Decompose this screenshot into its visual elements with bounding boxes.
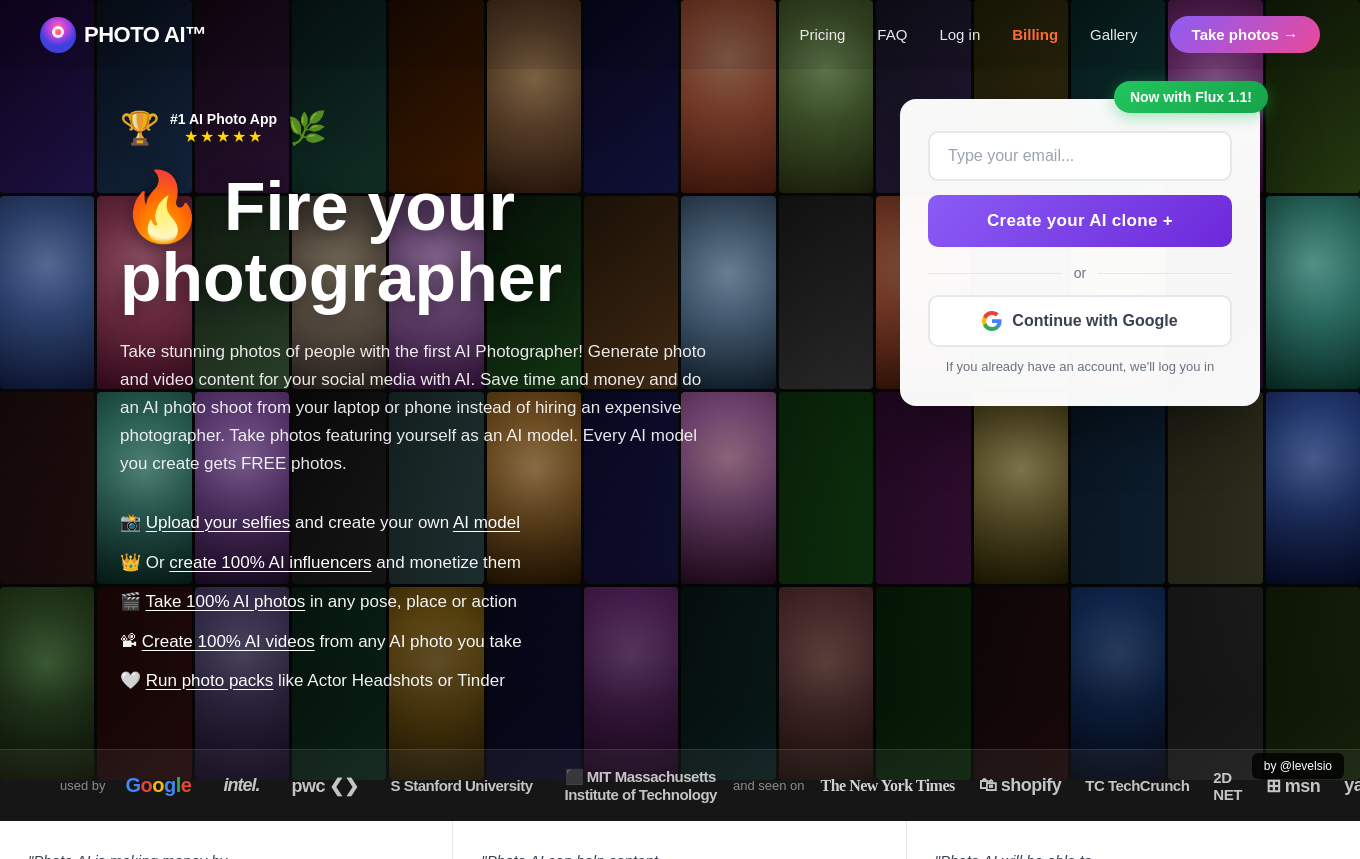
testimonial-3: "Photo AI will be able to... xyxy=(907,821,1360,859)
email-input[interactable] xyxy=(928,131,1232,181)
heart-emoji: 🤍 xyxy=(120,671,141,690)
brand-mit: ⬛ MIT MassachusettsInstitute of Technolo… xyxy=(565,768,717,803)
testimonial-2-text: "Photo AI can help content... xyxy=(481,849,877,859)
login-hint: If you already have an account, we'll lo… xyxy=(928,359,1232,374)
award-title: #1 AI Photo App xyxy=(170,111,277,127)
hero-section: 🏆 #1 AI Photo App ★★★★★ 🌿 🔥 Fire your ph… xyxy=(0,69,1360,749)
levels-badge: by @levelsio xyxy=(1252,753,1344,779)
upload-selfies-link[interactable]: Upload your selfies xyxy=(146,513,291,532)
testimonials-section: "Photo AI is making money by... "Photo A… xyxy=(0,821,1360,859)
brand-google: Google xyxy=(126,774,192,797)
divider-line-left xyxy=(928,273,1062,274)
logo[interactable]: PHOTO AI™ xyxy=(40,17,207,53)
brand-pwc: pwc ❮❯ xyxy=(291,775,358,797)
award-badge: 🏆 #1 AI Photo App ★★★★★ 🌿 xyxy=(120,109,820,147)
brand-nytimes: The New York Times xyxy=(821,777,955,795)
testimonial-3-text: "Photo AI will be able to... xyxy=(935,849,1332,859)
pricing-link[interactable]: Pricing xyxy=(800,26,846,43)
crown-emoji: 👑 xyxy=(120,553,141,572)
ai-model-link[interactable]: AI model xyxy=(453,513,520,532)
film-emoji: 📽 xyxy=(120,632,137,651)
testimonial-1: "Photo AI is making money by... xyxy=(0,821,453,859)
camera-emoji: 📸 xyxy=(120,513,141,532)
divider-text: or xyxy=(1074,265,1086,281)
brand-stanford: S Stanford University xyxy=(390,777,532,794)
award-laurel: 🏆 #1 AI Photo App ★★★★★ 🌿 xyxy=(120,109,327,147)
create-clone-button[interactable]: Create your AI clone + xyxy=(928,195,1232,247)
brand-zdnet: 2DNET xyxy=(1213,769,1242,803)
fire-emoji: 🔥 xyxy=(120,168,205,244)
main-headline: 🔥 Fire your photographer xyxy=(120,171,820,314)
brands-bar: used by Google intel. pwc ❮❯ S Stanford … xyxy=(0,749,1360,821)
logo-text: PHOTO AI™ xyxy=(84,22,207,48)
brand-intel: intel. xyxy=(223,775,259,796)
and-seen-label: and seen on xyxy=(733,778,805,793)
navbar: PHOTO AI™ Pricing FAQ Log in Billing Gal… xyxy=(0,0,1360,69)
feature-photos: 🎬 Take 100% AI photos in any pose, place… xyxy=(120,589,820,615)
brand-yahoo: yahoo! news xyxy=(1344,775,1360,796)
brand-techcrunch: TC TechCrunch xyxy=(1085,777,1189,794)
award-text: #1 AI Photo App ★★★★★ xyxy=(170,111,277,146)
feature-list: 📸 Upload your selfies and create your ow… xyxy=(120,510,820,694)
signup-card: Create your AI clone + or Continue with … xyxy=(900,99,1260,406)
divider: or xyxy=(928,265,1232,281)
headline-line2: photographer xyxy=(120,239,562,315)
take-photos-button[interactable]: Take photos → xyxy=(1170,16,1320,53)
feature-upload: 📸 Upload your selfies and create your ow… xyxy=(120,510,820,536)
laurel-left-icon: 🏆 xyxy=(120,109,160,147)
feature-videos: 📽 Create 100% AI videos from any AI phot… xyxy=(120,629,820,655)
divider-line-right xyxy=(1098,273,1232,274)
testimonial-1-text: "Photo AI is making money by... xyxy=(28,849,424,859)
login-link[interactable]: Log in xyxy=(939,26,980,43)
feature-packs: 🤍 Run photo packs like Actor Headshots o… xyxy=(120,668,820,694)
ai-influencers-link[interactable]: create 100% AI influencers xyxy=(169,553,371,572)
flux-badge: Now with Flux 1.1! xyxy=(1114,81,1268,113)
billing-link[interactable]: Billing xyxy=(1012,26,1058,43)
feature-influencer: 👑 Or create 100% AI influencers and mone… xyxy=(120,550,820,576)
stars: ★★★★★ xyxy=(170,127,277,146)
movie-emoji: 🎬 xyxy=(120,592,141,611)
testimonial-2: "Photo AI can help content... xyxy=(453,821,906,859)
headline-line1: Fire your xyxy=(224,168,515,244)
ai-videos-link[interactable]: Create 100% AI videos xyxy=(142,632,315,651)
svg-point-2 xyxy=(55,29,61,35)
google-icon xyxy=(982,311,1002,331)
nav-links: Pricing FAQ Log in Billing Gallery Take … xyxy=(800,16,1321,53)
logo-icon xyxy=(40,17,76,53)
ai-photos-link[interactable]: Take 100% AI photos xyxy=(145,592,305,611)
brand-shopify: 🛍 shopify xyxy=(979,775,1062,796)
hero-subtext: Take stunning photos of people with the … xyxy=(120,338,720,478)
google-signin-button[interactable]: Continue with Google xyxy=(928,295,1232,347)
gallery-link[interactable]: Gallery xyxy=(1090,26,1138,43)
hero-content: 🏆 #1 AI Photo App ★★★★★ 🌿 🔥 Fire your ph… xyxy=(120,89,820,694)
photo-packs-link[interactable]: Run photo packs xyxy=(146,671,274,690)
google-button-label: Continue with Google xyxy=(1012,312,1177,330)
faq-link[interactable]: FAQ xyxy=(877,26,907,43)
used-by-logos: Google intel. pwc ❮❯ S Stanford Universi… xyxy=(126,768,717,803)
signup-card-wrapper: Now with Flux 1.1! Create your AI clone … xyxy=(900,99,1260,406)
laurel-right-icon: 🌿 xyxy=(287,109,327,147)
used-by-label: used by xyxy=(60,778,106,793)
